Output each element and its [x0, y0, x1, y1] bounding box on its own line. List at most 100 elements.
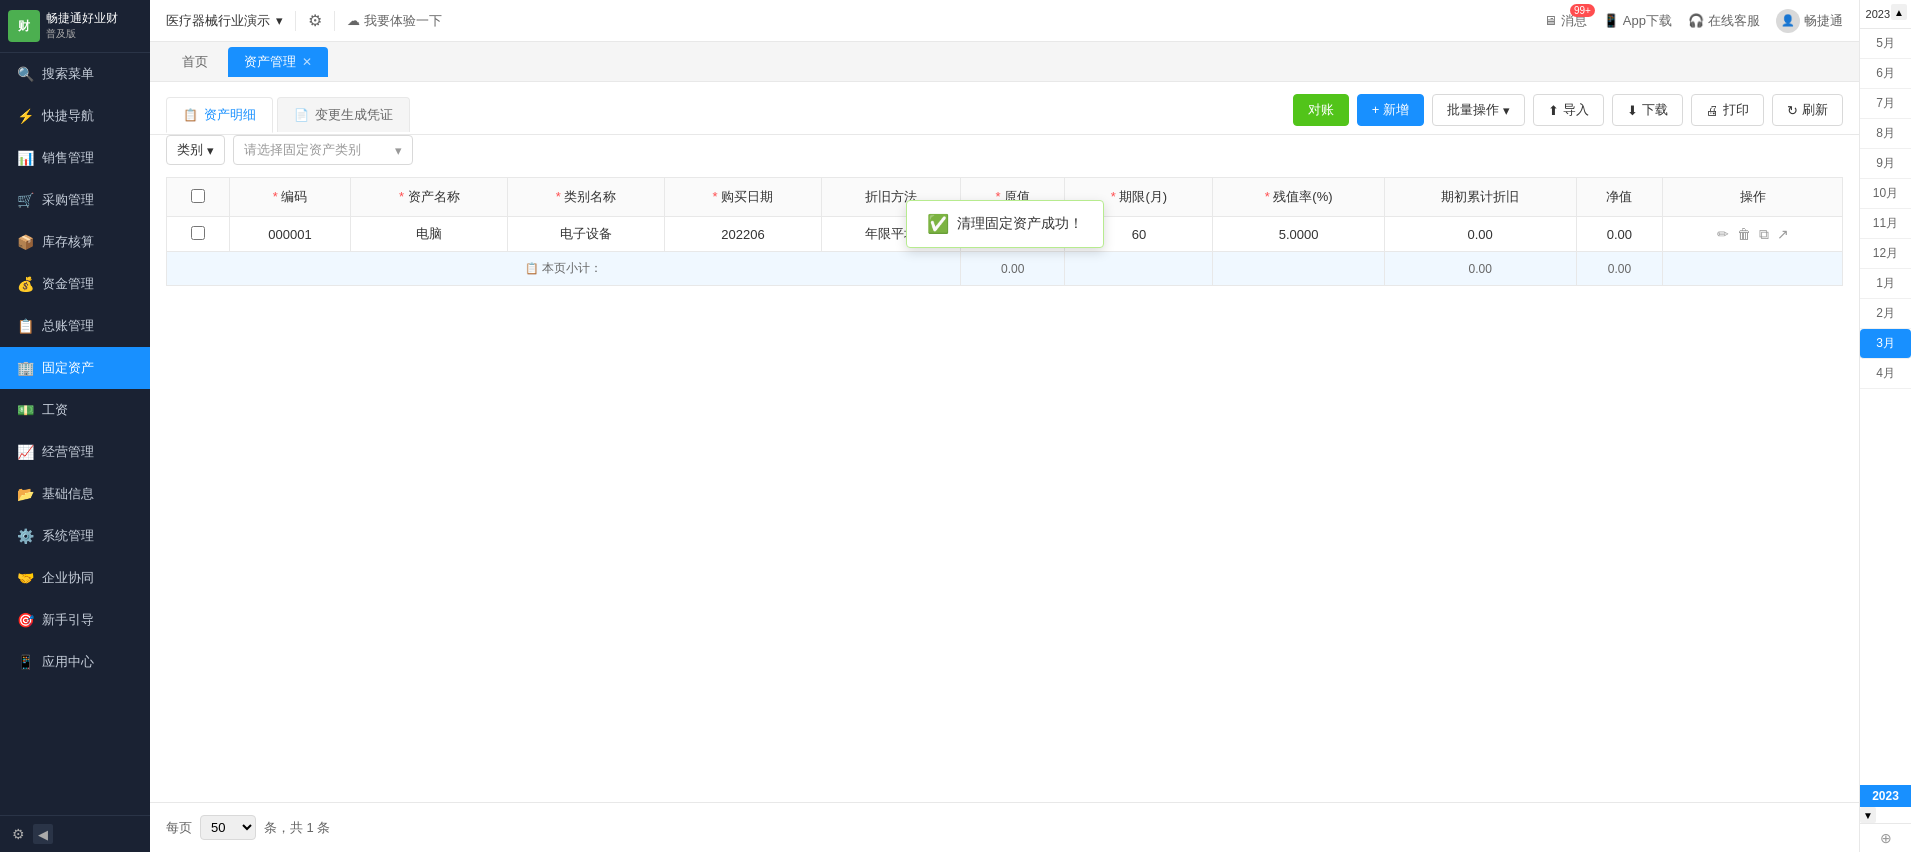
tab-asset-detail[interactable]: 📋 资产明细 — [166, 97, 273, 133]
calendar-month[interactable]: 7月 — [1860, 89, 1911, 119]
asset-detail-icon: 📋 — [183, 108, 198, 122]
experience-btn[interactable]: ☁ 我要体验一下 — [347, 12, 442, 30]
online-service-btn[interactable]: 🎧 在线客服 — [1688, 12, 1760, 30]
sidebar-footer: ⚙ ◀ — [0, 815, 150, 852]
row-actions: ✏ 🗑 ⧉ ↗ — [1671, 226, 1834, 243]
toast-success-icon: ✅ — [927, 213, 949, 235]
select-all-checkbox[interactable] — [191, 189, 205, 203]
app-name: 畅捷通好业财 — [46, 11, 118, 27]
sidebar-item-payroll[interactable]: 💵工资 — [0, 389, 150, 431]
sidebar-icon-app-center: 📱 — [16, 653, 34, 671]
sidebar-item-enterprise[interactable]: 🤝企业协同 — [0, 557, 150, 599]
sidebar-item-purchase[interactable]: 🛒采购管理 — [0, 179, 150, 221]
calendar-month[interactable]: 10月 — [1860, 179, 1911, 209]
calendar-month[interactable]: 6月 — [1860, 59, 1911, 89]
subtotal-cumulative: 0.00 — [1384, 252, 1576, 286]
sidebar-icon-sales: 📊 — [16, 149, 34, 167]
th-code: * 编码 — [229, 178, 351, 217]
sidebar-icon-fixed-assets: 🏢 — [16, 359, 34, 377]
sidebar-item-sales[interactable]: 📊销售管理 — [0, 137, 150, 179]
calendar-month[interactable]: 1月 — [1860, 269, 1911, 299]
sidebar-item-operations[interactable]: 📈经营管理 — [0, 431, 150, 473]
sidebar-item-search[interactable]: 🔍搜索菜单 — [0, 53, 150, 95]
calendar-expand-icon[interactable]: ⊕ — [1880, 830, 1892, 846]
user-avatar: 👤 — [1776, 9, 1800, 33]
settings-icon[interactable]: ⚙ — [12, 826, 25, 842]
reconcile-btn[interactable]: 对账 — [1293, 94, 1349, 126]
import-icon: ⬆ — [1548, 103, 1559, 118]
th-purchase-date: * 购买日期 — [665, 178, 822, 217]
calendar-month[interactable]: 11月 — [1860, 209, 1911, 239]
sidebar-item-system[interactable]: ⚙️系统管理 — [0, 515, 150, 557]
sidebar-item-inventory[interactable]: 📦库存核算 — [0, 221, 150, 263]
batch-ops-btn[interactable]: 批量操作 ▾ — [1432, 94, 1525, 126]
refresh-btn[interactable]: ↻ 刷新 — [1772, 94, 1843, 126]
company-dropdown-icon: ▾ — [276, 13, 283, 28]
tab-close-icon[interactable]: ✕ — [302, 55, 312, 69]
sidebar-icon-guide: 🎯 — [16, 611, 34, 629]
sidebar: 财 畅捷通好业财 普及版 🔍搜索菜单⚡快捷导航📊销售管理🛒采购管理📦库存核算💰资… — [0, 0, 150, 852]
topbar-divider-1 — [295, 11, 296, 31]
calendar-month[interactable]: 12月 — [1860, 239, 1911, 269]
calendar-month[interactable]: 8月 — [1860, 119, 1911, 149]
calendar-month[interactable]: 3月 — [1860, 329, 1911, 359]
sidebar-item-basic-info[interactable]: 📂基础信息 — [0, 473, 150, 515]
cell-cumulative-depreciation: 0.00 — [1384, 217, 1576, 252]
subtotal-net: 0.00 — [1576, 252, 1663, 286]
calendar-month[interactable]: 4月 — [1860, 359, 1911, 389]
row-checkbox[interactable] — [191, 226, 205, 240]
sidebar-nav: 🔍搜索菜单⚡快捷导航📊销售管理🛒采购管理📦库存核算💰资金管理📋总账管理 🏢 固定资产… — [0, 53, 150, 815]
tab-home-label: 首页 — [182, 53, 208, 71]
sidebar-label-operations: 经营管理 — [42, 443, 94, 461]
more-icon[interactable]: ↗ — [1777, 226, 1789, 242]
tab-home[interactable]: 首页 — [166, 47, 224, 77]
sidebar-item-app-center[interactable]: 📱应用中心 — [0, 641, 150, 683]
cell-category: 电子设备 — [508, 217, 665, 252]
print-icon: 🖨 — [1706, 103, 1719, 118]
category-filter-label[interactable]: 类别 ▾ — [166, 135, 225, 165]
notifications-btn[interactable]: 🖥 消息 99+ — [1544, 12, 1587, 30]
print-btn[interactable]: 🖨 打印 — [1691, 94, 1764, 126]
topbar: 医疗器械行业演示 ▾ ⚙ ☁ 我要体验一下 🖥 消息 99+ 📱 App下载 🎧… — [150, 0, 1859, 42]
sidebar-item-quick-nav[interactable]: ⚡快捷导航 — [0, 95, 150, 137]
refresh-icon: ↻ — [1787, 103, 1798, 118]
user-menu[interactable]: 👤 畅捷通 — [1776, 9, 1843, 33]
delete-icon[interactable]: 🗑 — [1737, 226, 1751, 242]
edit-icon[interactable]: ✏ — [1717, 226, 1729, 242]
sidebar-label-inventory: 库存核算 — [42, 233, 94, 251]
category-arrow-icon: ▾ — [207, 143, 214, 158]
subtotal-actions-empty — [1663, 252, 1843, 286]
calendar-month[interactable]: 2月 — [1860, 299, 1911, 329]
copy-icon[interactable]: ⧉ — [1759, 226, 1769, 243]
tab-asset-mgmt[interactable]: 资产管理 ✕ — [228, 47, 328, 77]
company-selector[interactable]: 医疗器械行业演示 ▾ — [166, 12, 283, 30]
company-name: 医疗器械行业演示 — [166, 12, 270, 30]
filter-bar: 类别 ▾ 请选择固定资产类别 ▾ — [150, 135, 1859, 177]
sidebar-item-capital[interactable]: 💰资金管理 — [0, 263, 150, 305]
import-btn[interactable]: ⬆ 导入 — [1533, 94, 1604, 126]
per-page-select[interactable]: 50 100 200 — [200, 815, 256, 840]
calendar-month[interactable]: 5月 — [1860, 29, 1911, 59]
sidebar-item-guide[interactable]: 🎯新手引导 — [0, 599, 150, 641]
cell-residual-rate: 5.0000 — [1213, 217, 1384, 252]
sidebar-item-ledger[interactable]: 📋总账管理 — [0, 305, 150, 347]
category-select[interactable]: 请选择固定资产类别 ▾ — [233, 135, 413, 165]
calendar-months: 5月6月7月8月9月10月11月12月1月2月3月4月 — [1860, 29, 1911, 785]
app-download-btn[interactable]: 📱 App下载 — [1603, 12, 1672, 30]
sidebar-item-fixed-assets[interactable]: 🏢 固定资产 — [0, 347, 150, 389]
topbar-settings-icon[interactable]: ⚙ — [308, 11, 322, 30]
sidebar-label-fixed-assets: 固定资产 — [42, 359, 94, 377]
calendar-month[interactable]: 9月 — [1860, 149, 1911, 179]
download-btn[interactable]: ⬇ 下载 — [1612, 94, 1683, 126]
cell-code: 000001 — [229, 217, 351, 252]
calendar-scroll-up[interactable]: ▲ — [1891, 4, 1907, 20]
th-actions: 操作 — [1663, 178, 1843, 217]
change-voucher-icon: 📄 — [294, 108, 309, 122]
tab-change-voucher[interactable]: 📄 变更生成凭证 — [277, 97, 410, 132]
collapse-icon[interactable]: ◀ — [33, 824, 53, 844]
th-checkbox — [167, 178, 230, 217]
calendar-scroll-down[interactable]: ▼ — [1860, 807, 1876, 823]
sidebar-icon-quick-nav: ⚡ — [16, 107, 34, 125]
download-icon: 📱 — [1603, 13, 1619, 28]
new-btn[interactable]: + 新增 — [1357, 94, 1424, 126]
